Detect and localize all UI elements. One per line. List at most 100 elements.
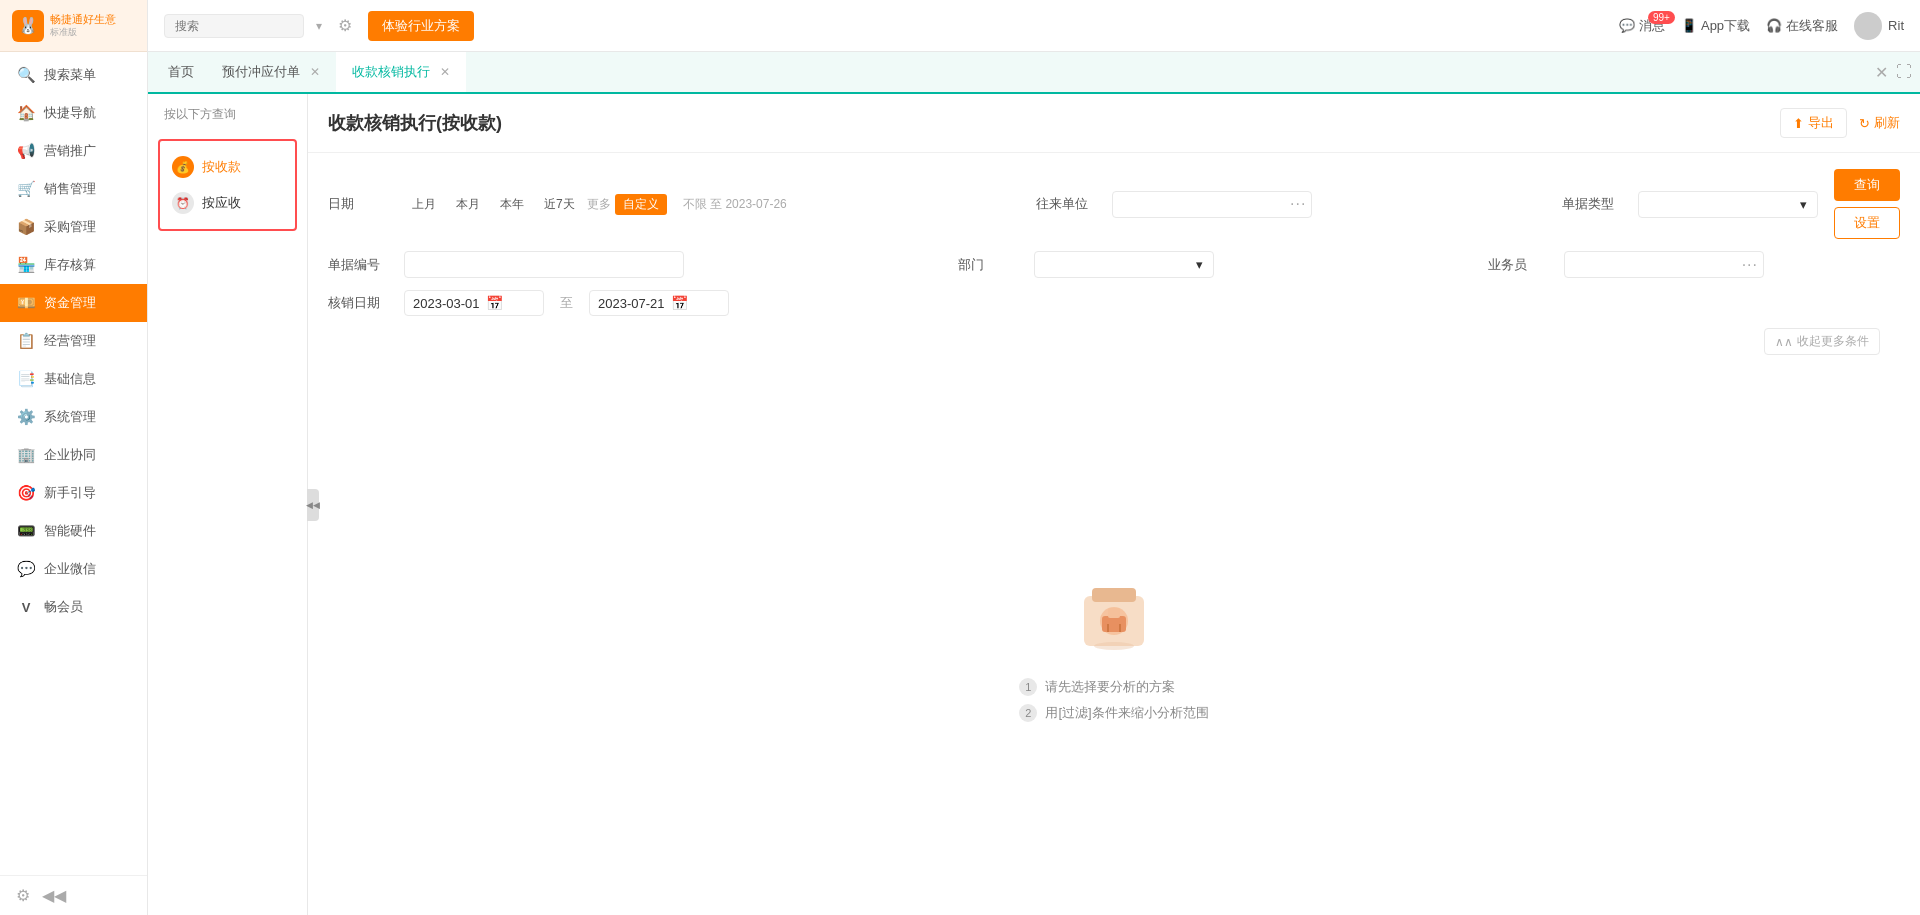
filter-panel-collapse-btn[interactable]: ◀◀ — [307, 489, 319, 521]
topbar-search-input[interactable] — [164, 14, 304, 38]
online-service-link[interactable]: 🎧 在线客服 — [1766, 17, 1838, 35]
content-area: 按以下方查询 💰 按收款 ⏰ 按应收 ◀◀ 收款核销执行(按收款) — [148, 94, 1920, 915]
purchase-icon: 📦 — [16, 218, 36, 236]
collab-icon: 🏢 — [16, 446, 36, 464]
collapse-more-label: 收起更多条件 — [1797, 333, 1869, 350]
dept-label: 部门 — [958, 256, 1018, 274]
verify-date-end-picker[interactable]: 2023-07-21 📅 — [589, 290, 729, 316]
svg-rect-3 — [1102, 616, 1126, 632]
sidebar-item-label: 基础信息 — [44, 370, 96, 388]
verify-date-start-value: 2023-03-01 — [413, 296, 480, 311]
verify-date-label: 核销日期 — [328, 294, 388, 312]
settings-button[interactable]: 设置 — [1834, 207, 1900, 239]
sidebar-item-label: 资金管理 — [44, 294, 96, 312]
voucher-type-select[interactable]: ▾ — [1638, 191, 1818, 218]
tab-prepay-close[interactable]: ✕ — [310, 65, 320, 79]
wechat-icon: 💬 — [16, 560, 36, 578]
sidebar-item-sales[interactable]: 🛒 销售管理 — [0, 170, 147, 208]
message-badge[interactable]: 💬 消息 99+ — [1619, 17, 1665, 35]
search-row-2: 单据编号 部门 ▾ 业务员 ··· — [328, 251, 1900, 278]
industry-solution-button[interactable]: 体验行业方案 — [368, 11, 474, 41]
sidebar-item-wechat[interactable]: 💬 企业微信 — [0, 550, 147, 588]
tip-num-1: 1 — [1019, 678, 1037, 696]
filter-by-receivable[interactable]: ⏰ 按应收 — [160, 185, 295, 221]
sidebar: 🐰 畅捷通好生意 标准版 🔍 搜索菜单 🏠 快捷导航 📢 营销推广 🛒 销售管理… — [0, 0, 148, 915]
verify-date-start-picker[interactable]: 2023-03-01 📅 — [404, 290, 544, 316]
collapse-more-button[interactable]: ∧∧ 收起更多条件 — [1764, 328, 1880, 355]
export-button[interactable]: ⬆ 导出 — [1780, 108, 1847, 138]
topbar-chevron-icon[interactable]: ▾ — [316, 19, 322, 33]
sidebar-item-inventory[interactable]: 🏪 库存核算 — [0, 246, 147, 284]
refresh-icon: ↻ — [1859, 116, 1870, 131]
sidebar-item-system[interactable]: ⚙️ 系统管理 — [0, 398, 147, 436]
user-profile[interactable]: Rit — [1854, 12, 1904, 40]
date-tab-this-year[interactable]: 本年 — [492, 194, 532, 215]
sidebar-item-collab[interactable]: 🏢 企业协同 — [0, 436, 147, 474]
app-name: 畅捷通好生意 — [50, 12, 116, 26]
filter-by-receipt[interactable]: 💰 按收款 — [160, 149, 295, 185]
partner-more-icon[interactable]: ··· — [1290, 195, 1306, 213]
sidebar-item-hardware[interactable]: 📟 智能硬件 — [0, 512, 147, 550]
sidebar-item-guide[interactable]: 🎯 新手引导 — [0, 474, 147, 512]
empty-tip-2: 2 用[过滤]条件来缩小分析范围 — [1019, 704, 1208, 722]
sidebar-bottom: ⚙ ◀◀ — [0, 875, 147, 915]
date-tab-last-month[interactable]: 上月 — [404, 194, 444, 215]
empty-state: 1 请先选择要分析的方案 2 用[过滤]条件来缩小分析范围 — [308, 373, 1920, 915]
date-tab-7days[interactable]: 近7天 — [536, 194, 583, 215]
close-window-icon[interactable]: ✕ — [1875, 63, 1888, 82]
voucher-type-label: 单据类型 — [1562, 195, 1622, 213]
tab-receipt-verify[interactable]: 收款核销执行 ✕ — [336, 52, 466, 94]
topbar-gear-icon[interactable]: ⚙ — [338, 16, 352, 35]
main-area: ▾ ⚙ 体验行业方案 💬 消息 99+ 📱 App下载 🎧 在线客服 Rit — [148, 0, 1920, 915]
sidebar-item-nav[interactable]: 🏠 快捷导航 — [0, 94, 147, 132]
system-icon: ⚙️ — [16, 408, 36, 426]
calendar-start-icon: 📅 — [486, 295, 503, 311]
dept-select[interactable]: ▾ — [1034, 251, 1214, 278]
verify-date-end-value: 2023-07-21 — [598, 296, 665, 311]
app-download-link[interactable]: 📱 App下载 — [1681, 17, 1750, 35]
sidebar-item-label: 智能硬件 — [44, 522, 96, 540]
staff-more-icon[interactable]: ··· — [1742, 256, 1758, 274]
member-icon: V — [16, 600, 36, 615]
action-buttons: 查询 设置 — [1834, 169, 1900, 239]
date-tab-more[interactable]: 更多 — [587, 196, 611, 213]
sidebar-item-label: 企业微信 — [44, 560, 96, 578]
sidebar-item-finance[interactable]: 💴 资金管理 — [0, 284, 147, 322]
sales-icon: 🛒 — [16, 180, 36, 198]
voucher-no-input[interactable] — [404, 251, 684, 278]
guide-icon: 🎯 — [16, 484, 36, 502]
settings-icon[interactable]: ⚙ — [16, 886, 30, 905]
app-download-icon: 📱 — [1681, 18, 1697, 33]
sidebar-item-purchase[interactable]: 📦 采购管理 — [0, 208, 147, 246]
user-avatar — [1854, 12, 1882, 40]
export-label: 导出 — [1808, 114, 1834, 132]
refresh-label: 刷新 — [1874, 114, 1900, 132]
sidebar-item-management[interactable]: 📋 经营管理 — [0, 322, 147, 360]
partner-label: 往来单位 — [1036, 195, 1096, 213]
sidebar-item-search[interactable]: 🔍 搜索菜单 — [0, 56, 147, 94]
topbar-right: 💬 消息 99+ 📱 App下载 🎧 在线客服 Rit — [1619, 12, 1904, 40]
tab-prepay[interactable]: 预付冲应付单 ✕ — [206, 52, 336, 94]
sidebar-item-basic-info[interactable]: 📑 基础信息 — [0, 360, 147, 398]
empty-tip-1-text: 请先选择要分析的方案 — [1045, 678, 1175, 696]
tab-home[interactable]: 首页 — [156, 63, 206, 81]
partner-input[interactable] — [1112, 191, 1312, 218]
date-tab-custom[interactable]: 自定义 — [615, 194, 667, 215]
empty-tips: 1 请先选择要分析的方案 2 用[过滤]条件来缩小分析范围 — [1019, 678, 1208, 722]
tab-receipt-close[interactable]: ✕ — [440, 65, 450, 79]
receipt-filter-icon: 💰 — [172, 156, 194, 178]
staff-label: 业务员 — [1488, 256, 1548, 274]
collapse-sidebar-icon[interactable]: ◀◀ — [42, 886, 66, 905]
message-count: 99+ — [1648, 11, 1675, 24]
refresh-button[interactable]: ↻ 刷新 — [1859, 108, 1900, 138]
sidebar-item-label: 新手引导 — [44, 484, 96, 502]
export-icon: ⬆ — [1793, 116, 1804, 131]
date-tab-this-month[interactable]: 本月 — [448, 194, 488, 215]
staff-input[interactable] — [1564, 251, 1764, 278]
query-button[interactable]: 查询 — [1834, 169, 1900, 201]
dept-chevron-icon: ▾ — [1196, 257, 1203, 272]
sidebar-item-member[interactable]: V 畅会员 — [0, 588, 147, 626]
expand-window-icon[interactable]: ⛶ — [1896, 63, 1912, 81]
sidebar-item-label: 销售管理 — [44, 180, 96, 198]
sidebar-item-marketing[interactable]: 📢 营销推广 — [0, 132, 147, 170]
